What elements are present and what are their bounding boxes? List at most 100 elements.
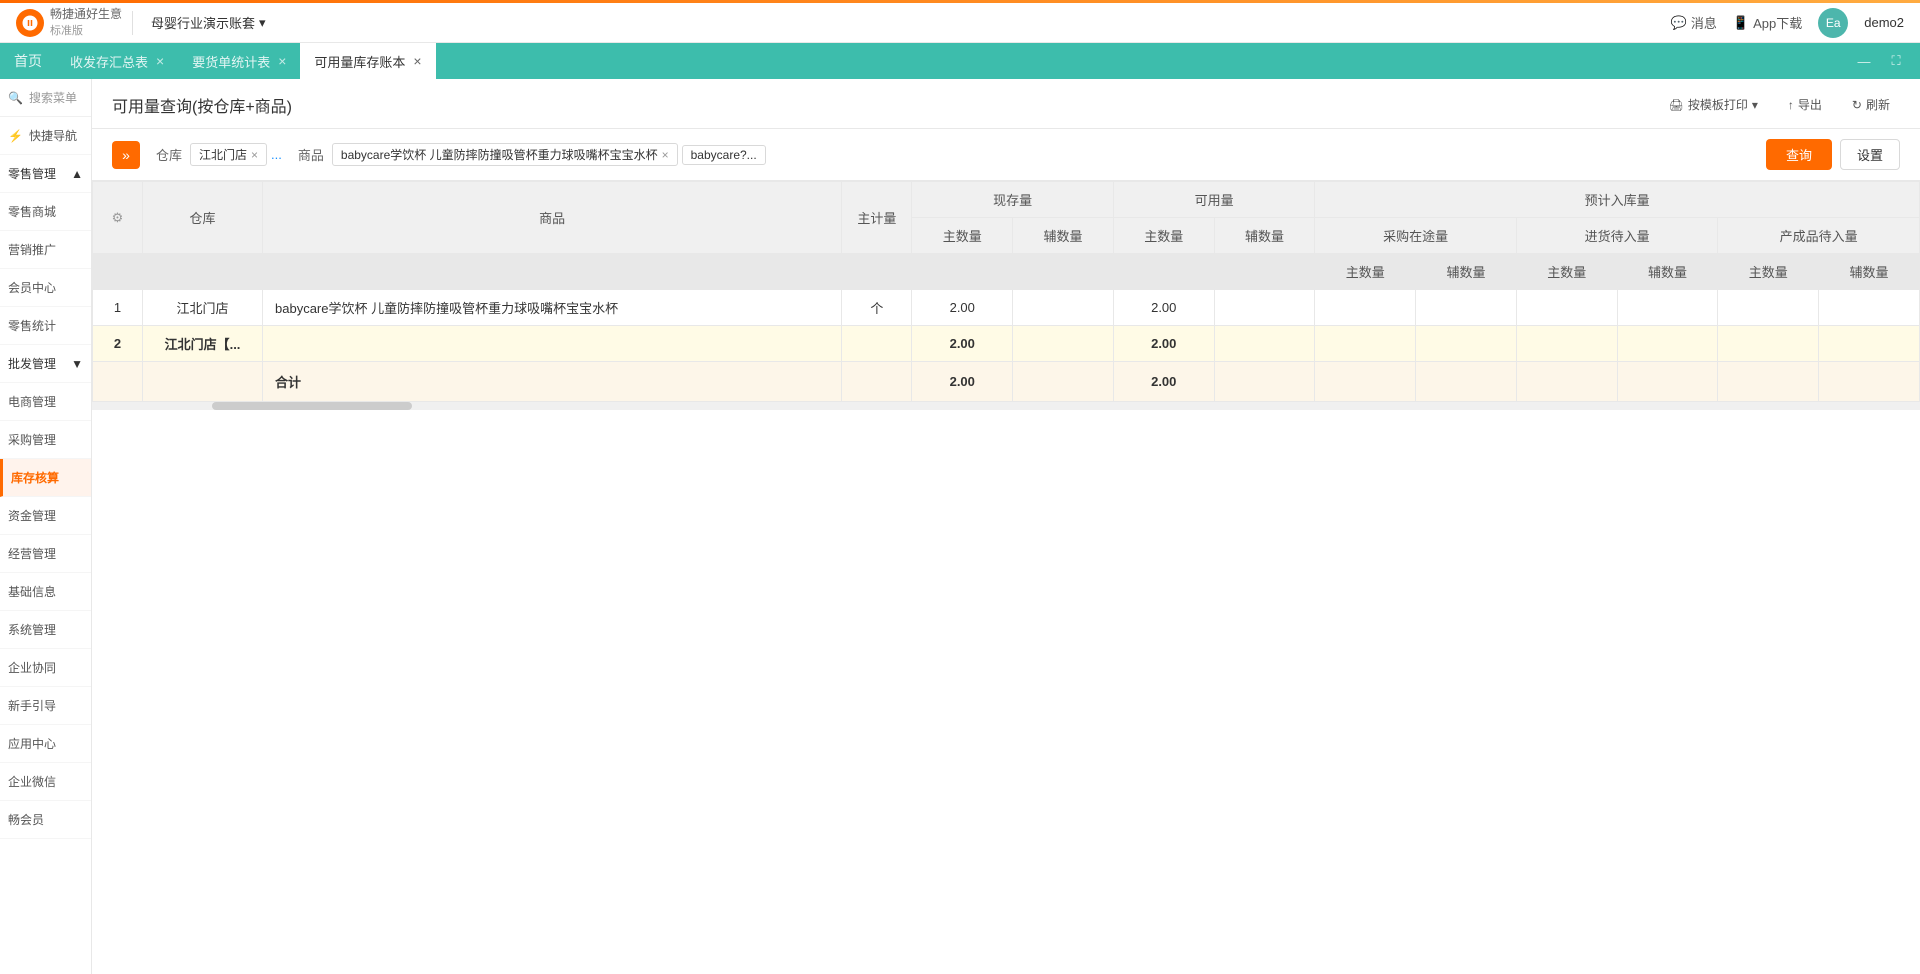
th-empty-warehouse	[143, 254, 263, 290]
sidebar-label-retail-mall: 零售商城	[8, 203, 56, 220]
warehouse-filter-label: 仓库	[156, 145, 182, 164]
td-avail-main-1: 2.00	[1113, 290, 1214, 326]
product-tag-value: babycare学饮杯 儿童防摔防撞吸管杯重力球吸嘴杯宝宝水杯	[341, 146, 658, 163]
export-icon: ↑	[1788, 98, 1794, 112]
tab-minimize-btn[interactable]: —	[1852, 49, 1876, 73]
tab-home[interactable]: 首页	[0, 43, 56, 79]
filter-expand-btn[interactable]: »	[112, 141, 140, 169]
sidebar-item-retail-stats[interactable]: 零售统计	[0, 307, 91, 345]
td-produced-main-1	[1718, 290, 1819, 326]
td-unit-2	[842, 326, 912, 362]
download-action[interactable]: 📱 App下载	[1733, 13, 1802, 32]
sidebar-item-marketing[interactable]: 营销推广	[0, 231, 91, 269]
sidebar-label-inventory: 库存核算	[11, 469, 59, 486]
tab-available[interactable]: 可用量库存账本 ×	[300, 43, 435, 79]
warehouse-tag-close[interactable]: ×	[251, 148, 258, 162]
content-area: 可用量查询(按仓库+商品) 🖨 按模板打印 ▾ ↑ 导出 ↻ 刷新 »	[92, 79, 1920, 974]
logo-text-block: 畅捷通好生意 标准版	[50, 7, 122, 39]
product-tag-close[interactable]: ×	[662, 148, 669, 162]
sidebar-label-finance: 资金管理	[8, 507, 56, 524]
sidebar-item-ecommerce[interactable]: 电商管理	[0, 383, 91, 421]
tab-bar: 首页 收发存汇总表 × 要货单统计表 × 可用量库存账本 × — ⛶	[0, 43, 1920, 79]
th-incoming-group: 预计入库量	[1315, 182, 1920, 218]
sidebar-shortcut[interactable]: ⚡ 快捷导航	[0, 117, 91, 155]
tab-order[interactable]: 要货单统计表 ×	[178, 43, 300, 79]
td-avail-main-2: 2.00	[1113, 326, 1214, 362]
sidebar-item-wechat-work[interactable]: 企业微信	[0, 763, 91, 801]
company-name: 母婴行业演示账套	[151, 13, 255, 32]
company-selector[interactable]: 母婴行业演示账套 ▾	[143, 9, 274, 36]
table-container: ⚙ 仓库 商品 主计量 现存量 可用量 预计入库量 主数量 辅数量 主数量 辅数…	[92, 181, 1920, 974]
warehouse-more-btn[interactable]: ...	[271, 147, 282, 162]
sidebar-item-operations[interactable]: 经营管理	[0, 535, 91, 573]
tfoot-stock-aux	[1013, 362, 1114, 402]
sidebar-item-enterprise[interactable]: 企业协同	[0, 649, 91, 687]
sidebar-item-appstore[interactable]: 应用中心	[0, 725, 91, 763]
tfoot-avail-aux	[1214, 362, 1315, 402]
refresh-btn[interactable]: ↻ 刷新	[1842, 91, 1900, 118]
scroll-bar[interactable]	[92, 402, 1920, 410]
export-btn[interactable]: ↑ 导出	[1778, 91, 1832, 118]
th-goods-waiting: 进货待入量	[1516, 218, 1718, 254]
search-icon: 🔍	[8, 91, 23, 105]
td-stock-aux-1	[1013, 290, 1114, 326]
sidebar-label-ecommerce: 电商管理	[8, 393, 56, 410]
logo-icon	[16, 9, 44, 37]
th-empty-avail-main	[1113, 254, 1214, 290]
chevron-icon-retail: ▲	[71, 167, 83, 181]
sidebar-item-newbie[interactable]: 新手引导	[0, 687, 91, 725]
th-purchase-transit: 采购在途量	[1315, 218, 1517, 254]
message-icon: 💬	[1671, 15, 1687, 31]
sidebar-search-label: 搜索菜单	[29, 89, 77, 106]
td-purchase-main-2	[1315, 326, 1416, 362]
th-stock-group: 现存量	[912, 182, 1114, 218]
page-title: 可用量查询(按仓库+商品)	[112, 93, 292, 117]
sidebar-label-wechat-work: 企业微信	[8, 773, 56, 790]
query-button[interactable]: 查询	[1766, 139, 1832, 170]
print-btn[interactable]: 🖨 按模板打印 ▾	[1659, 91, 1768, 118]
th-empty-product	[263, 254, 842, 290]
th-gear: ⚙	[93, 182, 143, 254]
gear-icon[interactable]: ⚙	[105, 210, 130, 226]
th-purchase-aux: 辅数量	[1416, 254, 1517, 290]
top-bar-divider	[132, 11, 133, 35]
sidebar-label-wholesale-mgmt: 批发管理	[8, 355, 56, 372]
filter-warehouse-group: 仓库 江北门店 × ...	[156, 141, 282, 169]
avatar[interactable]: Ea	[1818, 8, 1848, 38]
td-warehouse-1: 江北门店	[143, 290, 263, 326]
tab-receive[interactable]: 收发存汇总表 ×	[56, 43, 178, 79]
sidebar-item-finance[interactable]: 资金管理	[0, 497, 91, 535]
sidebar-item-system[interactable]: 系统管理	[0, 611, 91, 649]
tfoot-total-label: 合计	[263, 362, 842, 402]
sidebar-search[interactable]: 🔍 搜索菜单	[0, 79, 91, 117]
tfoot-produced-main	[1718, 362, 1819, 402]
tab-expand-btn[interactable]: ⛶	[1884, 49, 1908, 73]
td-instock-aux-1	[1617, 290, 1718, 326]
setting-button[interactable]: 设置	[1840, 139, 1900, 170]
message-action[interactable]: 💬 消息	[1671, 13, 1717, 32]
th-stock-main: 主数量	[912, 218, 1013, 254]
sidebar-item-member[interactable]: 会员中心	[0, 269, 91, 307]
scroll-thumb[interactable]	[212, 402, 412, 410]
tab-available-close[interactable]: ×	[413, 54, 421, 68]
th-empty-stock-aux	[1013, 254, 1114, 290]
sidebar-item-vip[interactable]: 畅会员	[0, 801, 91, 839]
sidebar-item-inventory[interactable]: 库存核算	[0, 459, 91, 497]
td-warehouse-2: 江北门店【...	[143, 326, 263, 362]
sidebar-item-retail-mall[interactable]: 零售商城	[0, 193, 91, 231]
sidebar-label-retail-stats: 零售统计	[8, 317, 56, 334]
product-tag-value2: babycare?...	[691, 148, 757, 162]
page-actions: 🖨 按模板打印 ▾ ↑ 导出 ↻ 刷新	[1659, 91, 1900, 118]
sidebar-item-purchase[interactable]: 采购管理	[0, 421, 91, 459]
td-product-1: babycare学饮杯 儿童防摔防撞吸管杯重力球吸嘴杯宝宝水杯	[263, 290, 842, 326]
avatar-initials: Ea	[1826, 16, 1841, 30]
username[interactable]: demo2	[1864, 15, 1904, 30]
sidebar-item-basics[interactable]: 基础信息	[0, 573, 91, 611]
sidebar-item-retail-mgmt[interactable]: 零售管理 ▲	[0, 155, 91, 193]
tab-receive-close[interactable]: ×	[156, 54, 164, 68]
th-stock-aux: 辅数量	[1013, 218, 1114, 254]
th-empty-avail-aux	[1214, 254, 1315, 290]
sidebar-item-wholesale-mgmt[interactable]: 批发管理 ▼	[0, 345, 91, 383]
tab-order-close[interactable]: ×	[278, 54, 286, 68]
warehouse-tag-value: 江北门店	[199, 146, 247, 163]
